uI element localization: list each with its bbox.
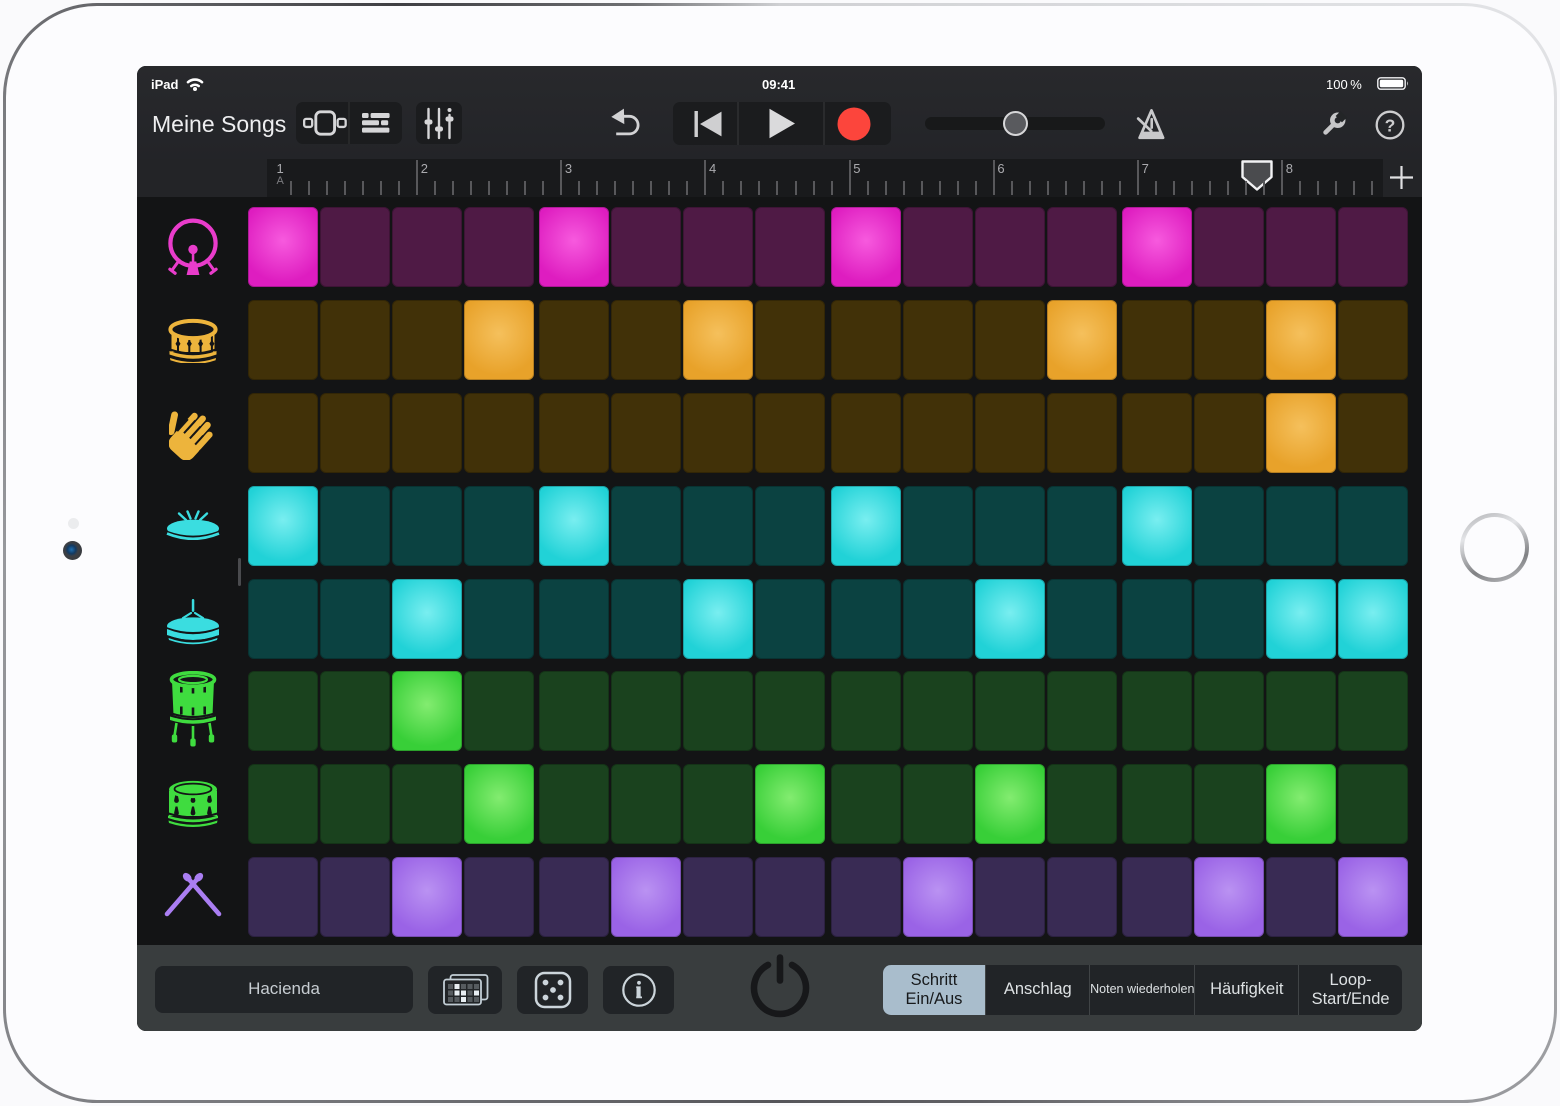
svg-text:?: ? — [1385, 116, 1396, 136]
